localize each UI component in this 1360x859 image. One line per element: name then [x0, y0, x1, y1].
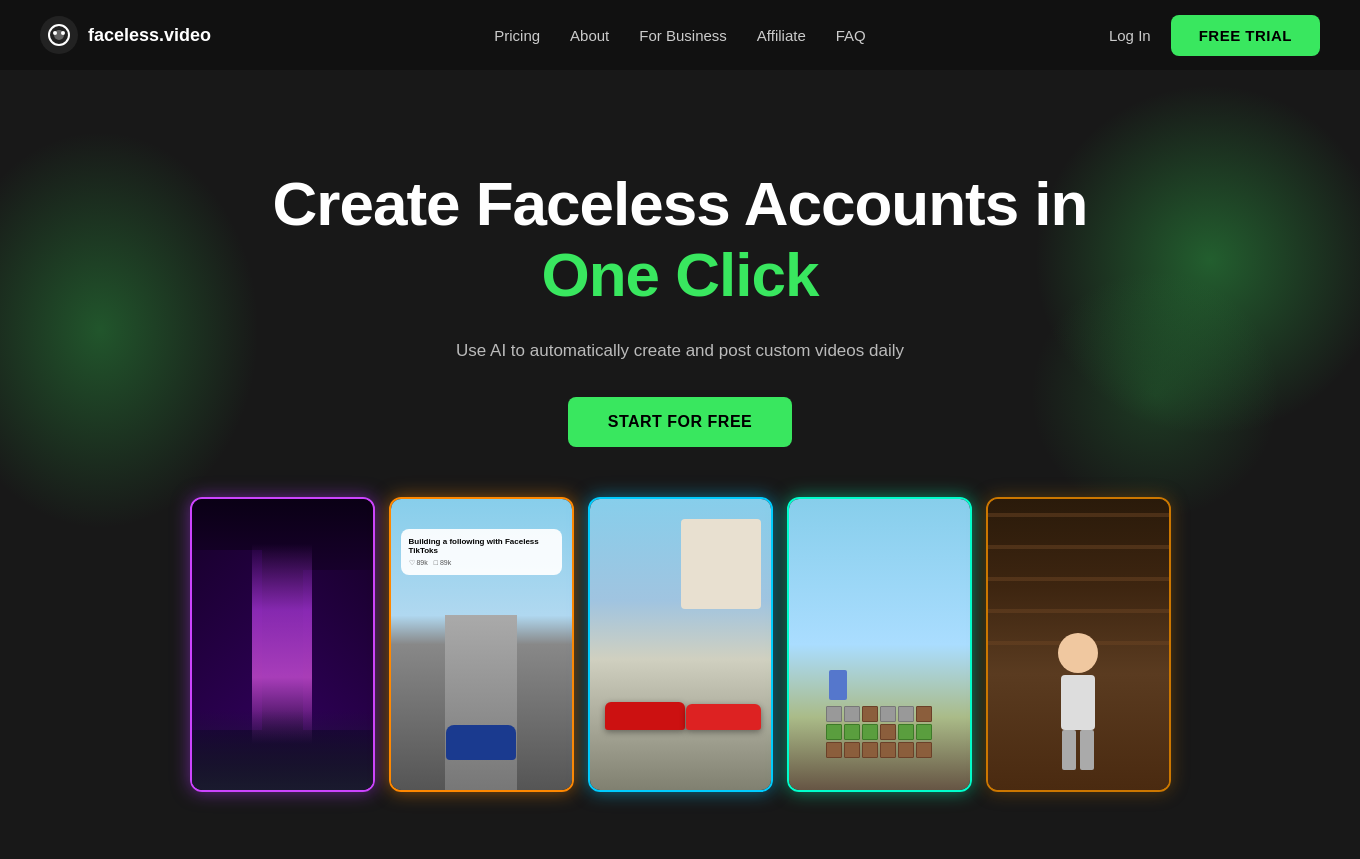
nav-pricing[interactable]: Pricing: [494, 27, 540, 44]
hero-subtitle: Use AI to automatically create and post …: [456, 341, 904, 361]
nav-about[interactable]: About: [570, 27, 609, 44]
hero-content: Create Faceless Accounts in One Click Us…: [273, 70, 1088, 447]
mc-block: [862, 724, 878, 740]
mc-block: [826, 742, 842, 758]
free-trial-button[interactable]: FREE TRIAL: [1171, 15, 1320, 56]
nav-for-business[interactable]: For Business: [639, 27, 727, 44]
child-body: [1061, 675, 1095, 730]
child-figure: [1058, 633, 1098, 770]
glow-left: [0, 130, 260, 530]
child-leg-right: [1080, 730, 1094, 770]
car-overlay-title: Building a following with Faceless TikTo…: [409, 537, 554, 555]
mc-blocks: [799, 706, 960, 760]
nav-links: Pricing About For Business Affiliate FAQ: [494, 27, 866, 44]
mc-block: [826, 724, 842, 740]
hero-title-line2: One Click: [273, 238, 1088, 312]
mc-block: [862, 706, 878, 722]
car-shape: [446, 725, 516, 760]
nav-affiliate[interactable]: Affiliate: [757, 27, 806, 44]
thumbnail-ferrari[interactable]: [588, 497, 773, 792]
mc-block: [880, 724, 896, 740]
thumbnail-minecraft[interactable]: [787, 497, 972, 792]
mc-block: [844, 706, 860, 722]
logo-icon: [40, 16, 78, 54]
mc-block: [862, 742, 878, 758]
hero-title-line1: Create Faceless Accounts in: [273, 170, 1088, 238]
car-likes: ♡ 89k: [409, 559, 428, 567]
child-head: [1058, 633, 1098, 673]
mc-block: [916, 706, 932, 722]
login-button[interactable]: Log In: [1109, 27, 1151, 44]
car-overlay-stats: ♡ 89k □ 89k: [409, 559, 554, 567]
car-road: [445, 615, 517, 790]
car-comments: □ 89k: [434, 559, 451, 567]
thumbnail-child-figure[interactable]: [986, 497, 1171, 792]
ferrari-car2: [686, 704, 761, 730]
mc-block: [916, 724, 932, 740]
mc-block: [844, 742, 860, 758]
thumbnail-cyber-city[interactable]: [190, 497, 375, 792]
mc-block: [880, 742, 896, 758]
thumbnails-row: Building a following with Faceless TikTo…: [190, 497, 1171, 792]
child-legs: [1062, 730, 1094, 770]
logo-text: faceless.video: [88, 25, 211, 46]
mc-block: [844, 724, 860, 740]
nav-faq[interactable]: FAQ: [836, 27, 866, 44]
mc-block: [916, 742, 932, 758]
cyber-buildings-left: [192, 550, 262, 730]
nav-right: Log In FREE TRIAL: [1109, 15, 1320, 56]
car-overlay-card: Building a following with Faceless TikTo…: [401, 529, 562, 575]
mc-block: [898, 742, 914, 758]
start-for-free-button[interactable]: START FOR FREE: [568, 397, 792, 447]
hero-section: Create Faceless Accounts in One Click Us…: [0, 70, 1360, 859]
mc-block: [826, 706, 842, 722]
ferrari-house: [681, 519, 761, 609]
svg-point-2: [53, 31, 57, 35]
thumbnail-car-track[interactable]: Building a following with Faceless TikTo…: [389, 497, 574, 792]
ferrari-car1: [605, 702, 685, 730]
mc-block: [898, 724, 914, 740]
hero-title: Create Faceless Accounts in One Click: [273, 170, 1088, 313]
navigation: faceless.video Pricing About For Busines…: [0, 0, 1360, 70]
logo[interactable]: faceless.video: [40, 16, 211, 54]
mc-block: [880, 706, 896, 722]
cyber-road: [192, 710, 373, 790]
child-leg-left: [1062, 730, 1076, 770]
mc-block: [898, 706, 914, 722]
svg-point-3: [61, 31, 65, 35]
cyber-buildings-right: [303, 570, 373, 730]
mc-figure: [829, 670, 847, 700]
